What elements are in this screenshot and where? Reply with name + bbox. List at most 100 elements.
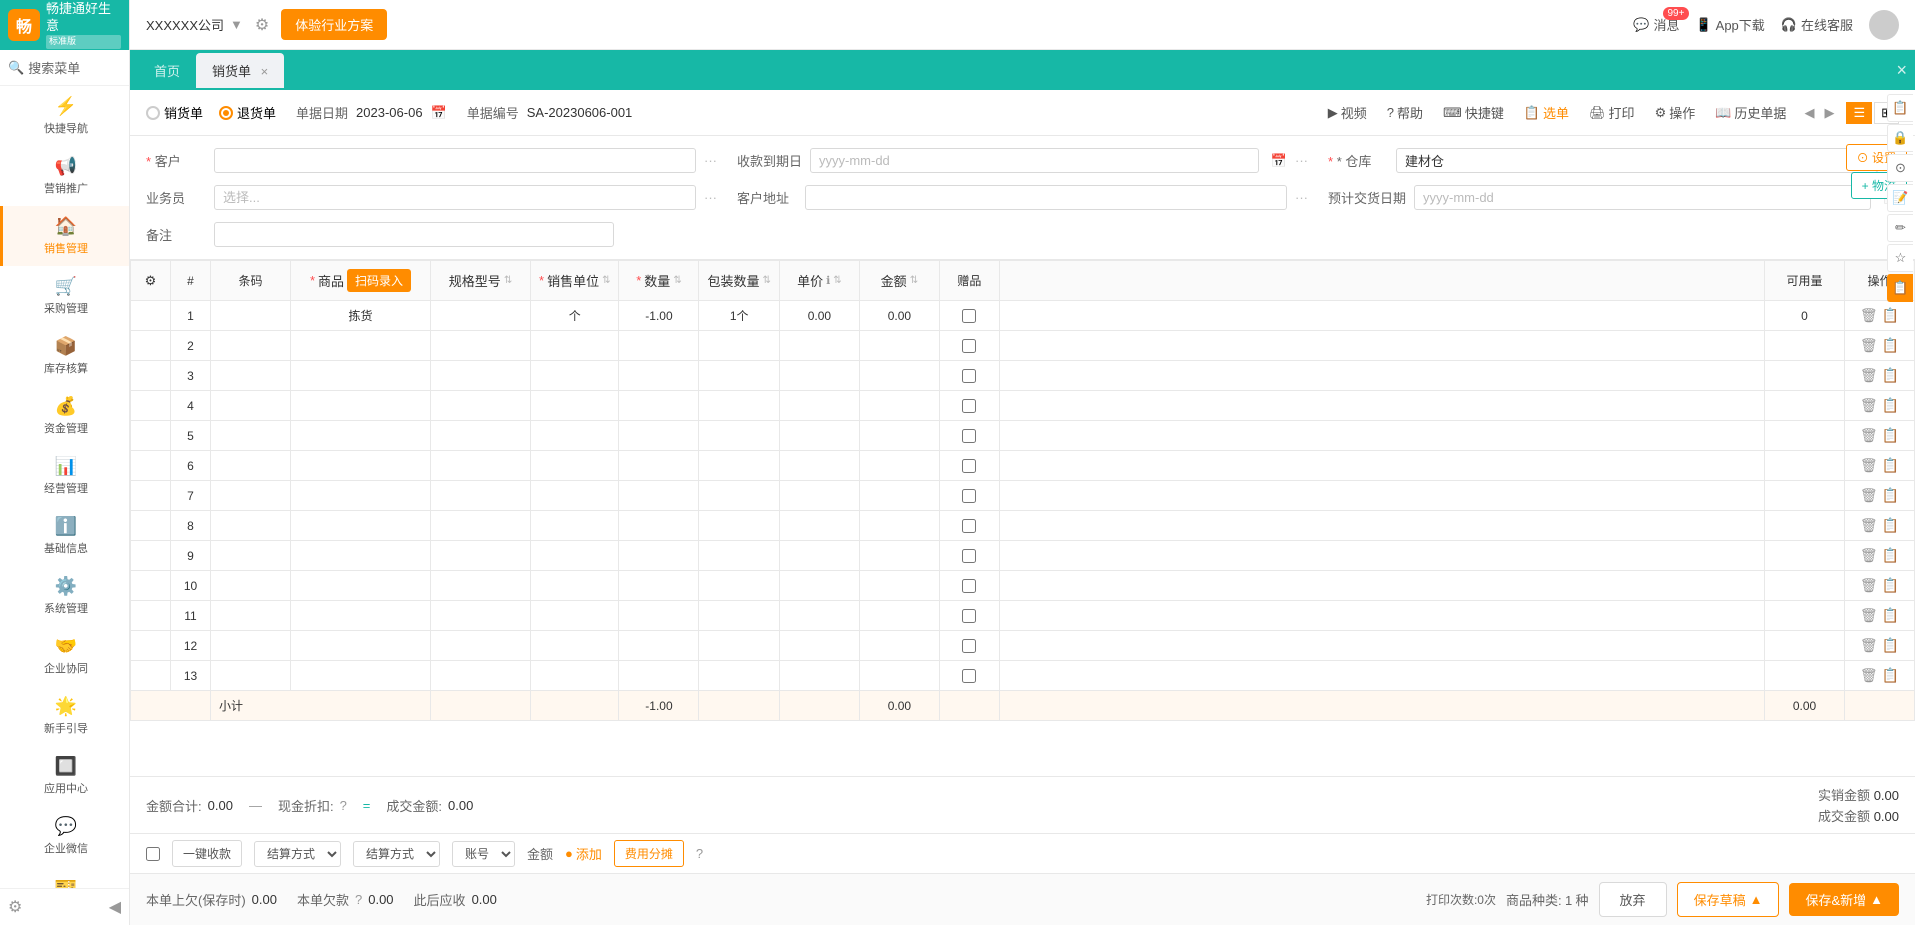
gift-checkbox-0[interactable] <box>962 309 976 323</box>
scan-button[interactable]: 扫码录入 <box>347 269 411 292</box>
sidebar-settings-icon[interactable]: ⚙ <box>8 897 22 917</box>
radio-sales[interactable]: 销货单 <box>146 103 203 122</box>
sidebar-item-collab[interactable]: 🤝 企业协同 <box>0 626 129 686</box>
sidebar-item-system[interactable]: ⚙️ 系统管理 <box>0 566 129 626</box>
sidebar-item-appstore[interactable]: 🔲 应用中心 <box>0 746 129 806</box>
warehouse-input[interactable] <box>1396 148 1878 173</box>
expected-date-input[interactable] <box>1414 185 1871 210</box>
gift-checkbox-6[interactable] <box>962 489 976 503</box>
company-selector[interactable]: XXXXXX公司 ▼ <box>146 15 243 34</box>
one-click-checkbox[interactable] <box>146 847 160 861</box>
prev-arrow[interactable]: ◀ <box>1800 103 1818 123</box>
messages-action[interactable]: 💬 消息 99+ <box>1633 15 1679 34</box>
select-btn[interactable]: 📋 选单 <box>1518 100 1575 125</box>
customer-more-icon[interactable]: ··· <box>704 153 717 168</box>
list-view-btn[interactable]: ☰ <box>1846 102 1872 124</box>
save-draft-button[interactable]: 保存草稿 ▲ <box>1677 882 1780 917</box>
user-avatar[interactable] <box>1869 10 1899 40</box>
delete-icon-12[interactable]: 🗑 <box>1860 667 1878 684</box>
gift-checkbox-9[interactable] <box>962 579 976 593</box>
fee-help-icon[interactable]: ? <box>696 846 703 861</box>
remarks-input[interactable] <box>214 222 614 247</box>
tab-home[interactable]: 首页 <box>138 53 196 88</box>
sidebar-item-business[interactable]: 📊 经营管理 <box>0 446 129 506</box>
rfloat-circle[interactable]: ⊙ <box>1887 154 1913 182</box>
delete-icon-7[interactable]: 🗑 <box>1860 517 1878 534</box>
online-service-action[interactable]: 🎧 在线客服 <box>1781 15 1853 34</box>
video-btn[interactable]: ▶ 视频 <box>1322 100 1373 125</box>
rfloat-star[interactable]: ☆ <box>1887 244 1913 272</box>
print-btn[interactable]: 🖨 打印 <box>1583 100 1641 125</box>
next-arrow[interactable]: ▶ <box>1820 103 1838 123</box>
app-download-action[interactable]: 📱 App下载 <box>1695 15 1764 34</box>
delete-icon-10[interactable]: 🗑 <box>1860 607 1878 624</box>
rfloat-lock[interactable]: 🔒 <box>1887 124 1913 152</box>
sidebar-item-member[interactable]: 🎫 畅会员 <box>0 866 129 888</box>
delete-icon-2[interactable]: 🗑 <box>1860 367 1878 384</box>
add-payment-btn[interactable]: ● 添加 <box>565 844 602 863</box>
topbar-settings-icon[interactable]: ⚙ <box>255 15 269 35</box>
save-new-button[interactable]: 保存&新增 ▲ <box>1789 883 1899 916</box>
rfloat-note[interactable]: 📝 <box>1887 184 1913 212</box>
customer-input[interactable] <box>214 148 696 173</box>
account-num-select[interactable]: 账号 <box>452 841 515 867</box>
one-click-payment-btn[interactable]: 一键收款 <box>172 840 242 867</box>
gift-checkbox-5[interactable] <box>962 459 976 473</box>
sidebar-item-purchase[interactable]: 🛒 采购管理 <box>0 266 129 326</box>
th-gear[interactable]: ⚙ <box>131 261 171 301</box>
addr-more-icon[interactable]: ··· <box>1295 190 1308 205</box>
payment-date-icon[interactable]: 📅 <box>1271 153 1287 169</box>
delete-icon-5[interactable]: 🗑 <box>1860 457 1878 474</box>
delete-icon-4[interactable]: 🗑 <box>1860 427 1878 444</box>
eq-sign[interactable]: = <box>363 798 371 813</box>
help-btn[interactable]: ? 帮助 <box>1381 100 1429 125</box>
delete-icon-0[interactable]: 🗑 <box>1860 307 1878 324</box>
customer-addr-input[interactable] <box>805 185 1287 210</box>
gift-checkbox-8[interactable] <box>962 549 976 563</box>
delete-icon-6[interactable]: 🗑 <box>1860 487 1878 504</box>
delete-icon-11[interactable]: 🗑 <box>1860 637 1878 654</box>
sidebar-item-sales[interactable]: 🏠 销售管理 <box>0 206 129 266</box>
delete-icon-3[interactable]: 🗑 <box>1860 397 1878 414</box>
rfloat-orange[interactable]: 📋 <box>1887 274 1913 302</box>
sidebar-collapse-icon[interactable]: ◀ <box>109 897 121 917</box>
payment-more-icon[interactable]: ··· <box>1295 153 1308 168</box>
delete-icon-8[interactable]: 🗑 <box>1860 547 1878 564</box>
gift-checkbox-10[interactable] <box>962 609 976 623</box>
gift-checkbox-3[interactable] <box>962 399 976 413</box>
delete-icon-1[interactable]: 🗑 <box>1860 337 1878 354</box>
tab-sales-order[interactable]: 销货单 × <box>196 53 284 88</box>
radio-return[interactable]: 退货单 <box>219 103 276 122</box>
ops-btn[interactable]: ⚙ 操作 <box>1649 100 1702 125</box>
discard-button[interactable]: 放弃 <box>1599 882 1667 917</box>
salesperson-more-icon[interactable]: ··· <box>704 190 717 205</box>
gift-checkbox-7[interactable] <box>962 519 976 533</box>
history-btn[interactable]: 📖 历史单据 <box>1709 100 1792 125</box>
shortcut-btn[interactable]: ⌨ 快捷键 <box>1437 100 1510 125</box>
sidebar-item-wechat[interactable]: 💬 企业微信 <box>0 806 129 866</box>
calendar-icon[interactable]: 📅 <box>431 105 447 121</box>
delete-icon-9[interactable]: 🗑 <box>1860 577 1878 594</box>
tab-close-icon[interactable]: × <box>261 64 269 79</box>
settlement-select[interactable]: 结算方式 <box>254 841 341 867</box>
sidebar-search[interactable]: 🔍 搜索菜单 <box>0 50 129 86</box>
sidebar-item-base[interactable]: ℹ️ 基础信息 <box>0 506 129 566</box>
gift-checkbox-1[interactable] <box>962 339 976 353</box>
help-icon-debt[interactable]: ? <box>355 892 362 907</box>
salesperson-input[interactable] <box>214 185 696 210</box>
gift-checkbox-2[interactable] <box>962 369 976 383</box>
fee-split-btn[interactable]: 费用分摊 <box>614 840 684 867</box>
sidebar-item-quicknav[interactable]: ⚡ 快捷导航 <box>0 86 129 146</box>
trial-button[interactable]: 体验行业方案 <box>281 9 387 40</box>
sidebar-item-inventory[interactable]: 📦 库存核算 <box>0 326 129 386</box>
gift-checkbox-11[interactable] <box>962 639 976 653</box>
sidebar-item-marketing[interactable]: 📢 营销推广 <box>0 146 129 206</box>
gift-checkbox-12[interactable] <box>962 669 976 683</box>
discount-help-icon[interactable]: ? <box>340 798 347 813</box>
rfloat-clipboard[interactable]: 📋 <box>1887 94 1913 122</box>
gift-checkbox-4[interactable] <box>962 429 976 443</box>
sidebar-item-finance[interactable]: 💰 资金管理 <box>0 386 129 446</box>
close-tab-button[interactable]: × <box>1896 60 1907 81</box>
sidebar-item-guide[interactable]: 🌟 新手引导 <box>0 686 129 746</box>
payment-date-input[interactable] <box>810 148 1259 173</box>
